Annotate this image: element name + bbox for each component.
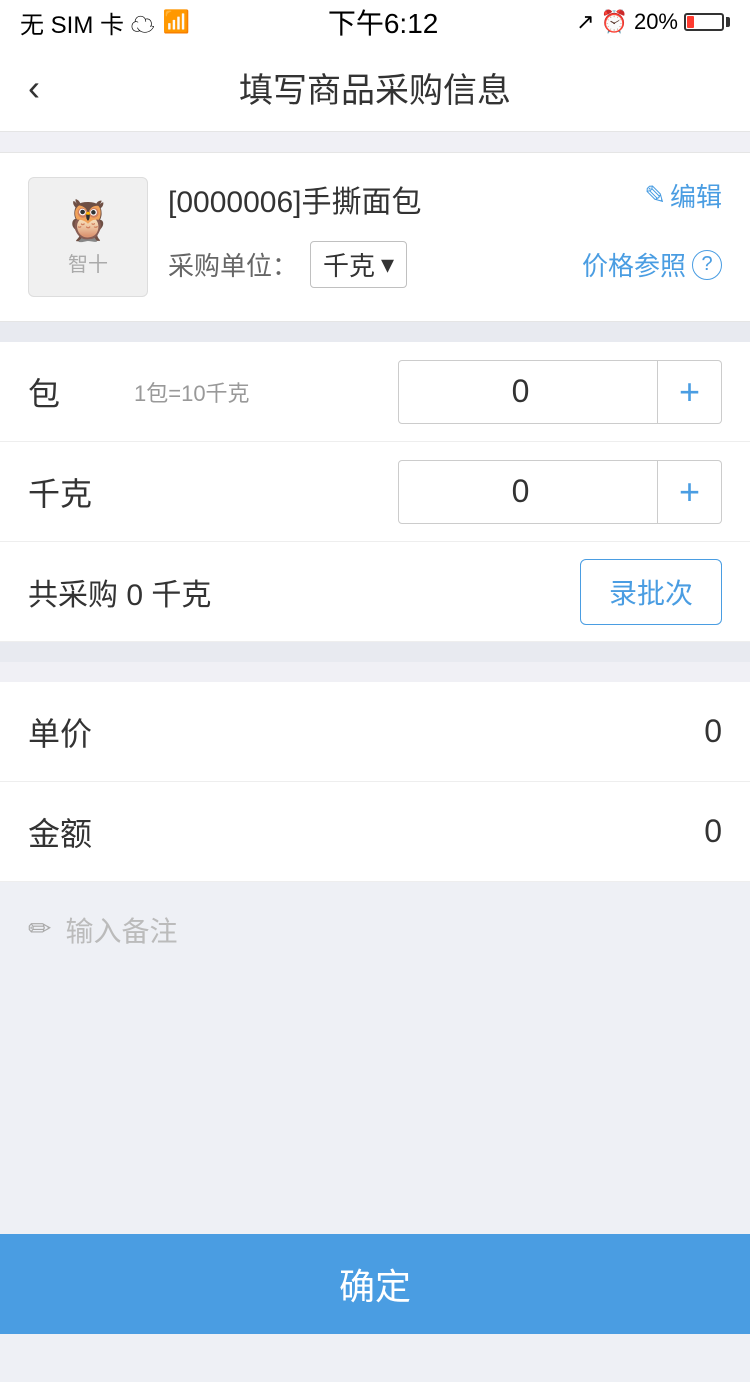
product-image: 🦉 智十 xyxy=(28,177,148,297)
product-logo-text: 智十 xyxy=(68,248,108,277)
unit-price-row: 单价 0 xyxy=(0,682,750,782)
batch-button[interactable]: 录批次 xyxy=(580,559,722,625)
unit-price-value: 0 xyxy=(704,713,722,750)
unit-price-label: 单价 xyxy=(28,709,92,755)
product-card: 🦉 智十 [0000006]手撕面包 ✎ 编辑 采购单位： 千克 ▾ 价格参照 xyxy=(0,152,750,322)
alarm-icon: ⏰ xyxy=(601,9,628,35)
status-left: 无 SIM 卡 ☁ 📶 xyxy=(20,5,190,40)
product-logo-icon: 🦉 xyxy=(63,197,113,244)
kg-label: 千克 xyxy=(28,469,128,515)
summary-text: 共采购 0 千克 xyxy=(28,570,211,614)
wifi-icon: 📶 xyxy=(163,9,190,35)
location-icon: ↗ xyxy=(576,9,594,35)
page-title: 填写商品采购信息 xyxy=(239,63,511,112)
section-divider-2 xyxy=(0,642,750,662)
chevron-down-icon: ▾ xyxy=(381,249,394,280)
product-info: [0000006]手撕面包 ✎ 编辑 采购单位： 千克 ▾ 价格参照 ? xyxy=(168,177,722,288)
bag-plus-button[interactable]: + xyxy=(658,360,722,424)
help-icon: ? xyxy=(692,250,722,280)
section-divider-1 xyxy=(0,322,750,342)
back-button[interactable]: ‹ xyxy=(28,67,40,109)
remark-section[interactable]: ✏ 输入备注 xyxy=(0,882,750,1002)
product-name: [0000006]手撕面包 xyxy=(168,177,644,221)
status-time: 下午6:12 xyxy=(328,2,439,42)
battery-icon xyxy=(684,13,730,31)
unit-area: 采购单位： 千克 ▾ xyxy=(168,241,407,288)
amount-value: 0 xyxy=(704,813,722,850)
product-header: [0000006]手撕面包 ✎ 编辑 xyxy=(168,177,722,221)
pencil-icon: ✏ xyxy=(28,912,51,945)
battery-percent: 20% xyxy=(634,9,678,35)
input-section: 包 1包=10千克 + 千克 + 共采购 0 千克 录批次 xyxy=(0,342,750,642)
summary-amount: 0 xyxy=(126,579,143,612)
product-unit-row: 采购单位： 千克 ▾ 价格参照 ? xyxy=(168,241,722,288)
summary-row: 共采购 0 千克 录批次 xyxy=(0,542,750,642)
edit-icon: ✎ xyxy=(644,180,666,211)
unit-prefix: 采购单位： xyxy=(168,246,298,283)
status-right: ↗ ⏰ 20% xyxy=(576,9,730,35)
edit-button[interactable]: ✎ 编辑 xyxy=(644,177,722,214)
kg-plus-button[interactable]: + xyxy=(658,460,722,524)
bag-row: 包 1包=10千克 + xyxy=(0,342,750,442)
amount-row: 金额 0 xyxy=(0,782,750,882)
nav-bar: ‹ 填写商品采购信息 xyxy=(0,44,750,132)
remark-input[interactable]: 输入备注 xyxy=(65,910,177,950)
kg-input-group: + xyxy=(398,460,722,524)
bag-input[interactable] xyxy=(398,360,658,424)
price-section: 单价 0 金额 0 xyxy=(0,682,750,882)
bag-label: 包 xyxy=(28,369,128,415)
amount-label: 金额 xyxy=(28,809,92,855)
bag-sublabel: 1包=10千克 xyxy=(134,376,250,408)
unit-dropdown[interactable]: 千克 ▾ xyxy=(310,241,407,288)
sim-label: 无 SIM 卡 ☁ xyxy=(20,5,155,40)
bag-input-group: + xyxy=(398,360,722,424)
price-ref-button[interactable]: 价格参照 ? xyxy=(582,246,722,283)
kg-row: 千克 + xyxy=(0,442,750,542)
status-bar: 无 SIM 卡 ☁ 📶 下午6:12 ↗ ⏰ 20% xyxy=(0,0,750,44)
confirm-button[interactable]: 确定 xyxy=(0,1234,750,1334)
kg-input[interactable] xyxy=(398,460,658,524)
